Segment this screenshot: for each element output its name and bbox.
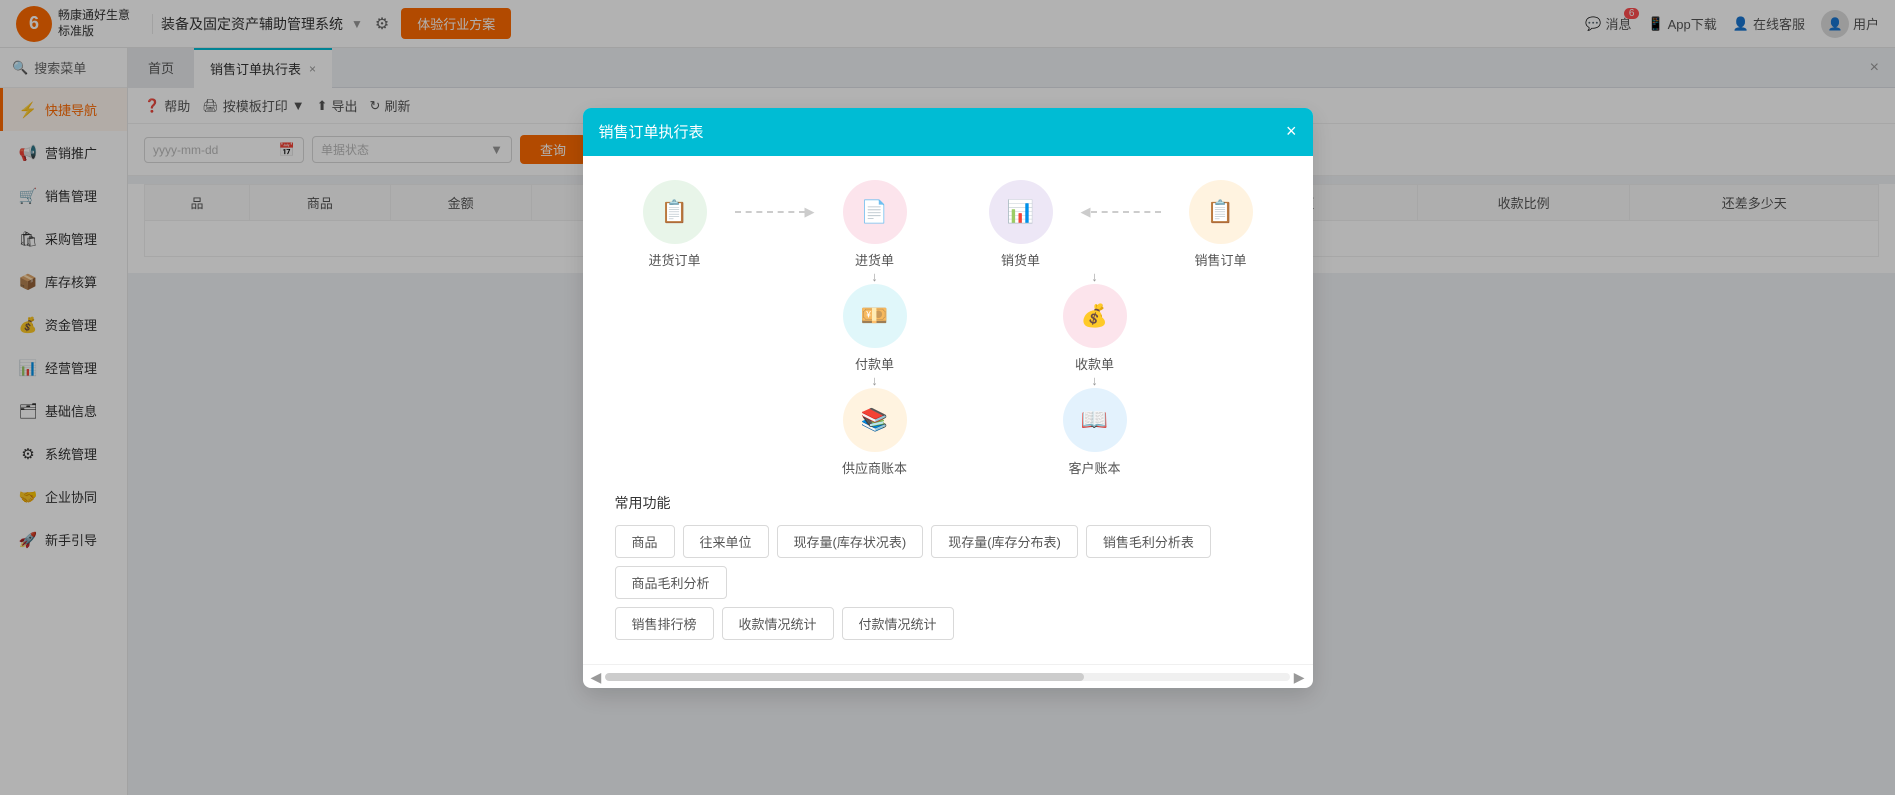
scroll-left-button[interactable]: ◀ [591, 669, 602, 686]
sale-bill-circle: 📊 [989, 180, 1053, 244]
payment-circle: 💴 [843, 284, 907, 348]
receipt-circle: 💰 [1063, 284, 1127, 348]
down-arrow-payment: ↓ [815, 269, 935, 284]
supplier-account-node: 📚 供应商账本 [815, 388, 935, 477]
cf-btn-stock-dist[interactable]: 现存量(库存分布表) [931, 525, 1078, 558]
purchase-bill-circle: 📄 [843, 180, 907, 244]
cf-btn-product-gross[interactable]: 商品毛利分析 [615, 566, 727, 599]
flow-right: 📊 销货单 ◀ 📋 销售订单 [961, 180, 1281, 269]
flow-left: 📋 进货订单 ▶ 📄 进货单 [615, 180, 935, 269]
down-arrow-customer: ↓ [1035, 373, 1155, 388]
customer-account-label: 客户账本 [1068, 458, 1120, 477]
scroll-right-button[interactable]: ▶ [1294, 669, 1305, 686]
purchase-order-node: 📋 进货订单 [615, 180, 735, 269]
sale-order-label: 销售订单 [1194, 250, 1246, 269]
purchase-order-circle: 📋 [643, 180, 707, 244]
customer-account-circle: 📖 [1063, 388, 1127, 452]
cf-btn-payment-stat[interactable]: 付款情况统计 [842, 607, 954, 640]
receipt-label: 收款单 [1075, 354, 1114, 373]
h-arrow-2: ◀ [1081, 204, 1161, 244]
flow-row-3: 📚 供应商账本 📖 客户账本 [615, 388, 1281, 477]
modal-header: 销售订单执行表 × [583, 108, 1313, 156]
flow-row-arrows2: ↓ ↓ [615, 373, 1281, 388]
supplier-account-label: 供应商账本 [842, 458, 907, 477]
payment-label: 付款单 [855, 354, 894, 373]
flow-diagram: 📋 进货订单 ▶ 📄 进货单 [615, 180, 1281, 477]
supplier-account-circle: 📚 [843, 388, 907, 452]
down-arrow-supplier: ↓ [815, 373, 935, 388]
modal-overlay[interactable]: 销售订单执行表 × 📋 进货订单 [0, 0, 1895, 795]
flow-row-arrows: ↓ ↓ [615, 269, 1281, 284]
cf-btn-sales-rank[interactable]: 销售排行榜 [615, 607, 714, 640]
modal: 销售订单执行表 × 📋 进货订单 [583, 108, 1313, 688]
h-arrow-1: ▶ [735, 204, 815, 244]
cf-btn-receipt-stat[interactable]: 收款情况统计 [722, 607, 834, 640]
cf-btn-stock-status[interactable]: 现存量(库存状况表) [777, 525, 924, 558]
cf-btn-partner[interactable]: 往来单位 [683, 525, 769, 558]
modal-scrollbar: ◀ ▶ [583, 664, 1313, 688]
flow-row-2: 💴 付款单 💰 收款单 [615, 284, 1281, 373]
down-arrow-receipt: ↓ [1035, 269, 1155, 284]
modal-title: 销售订单执行表 [599, 121, 704, 142]
cf-buttons-row2: 销售排行榜 收款情况统计 付款情况统计 [615, 607, 1281, 640]
flow-row-1: 📋 进货订单 ▶ 📄 进货单 [615, 180, 1281, 269]
scrollbar-track [605, 673, 1289, 681]
cf-btn-gross-analysis[interactable]: 销售毛利分析表 [1086, 525, 1211, 558]
sale-bill-node: 📊 销货单 [961, 180, 1081, 269]
sale-order-circle: 📋 [1189, 180, 1253, 244]
customer-account-node: 📖 客户账本 [1035, 388, 1155, 477]
cf-title: 常用功能 [615, 493, 1281, 513]
scrollbar-thumb [605, 673, 1084, 681]
purchase-order-label: 进货订单 [648, 250, 700, 269]
cf-btn-product[interactable]: 商品 [615, 525, 675, 558]
purchase-bill-label: 进货单 [855, 250, 894, 269]
cf-buttons: 商品 往来单位 现存量(库存状况表) 现存量(库存分布表) 销售毛利分析表 商品… [615, 525, 1281, 599]
sale-order-node: 📋 销售订单 [1161, 180, 1281, 269]
common-functions: 常用功能 商品 往来单位 现存量(库存状况表) 现存量(库存分布表) 销售毛利分… [615, 493, 1281, 640]
receipt-node: 💰 收款单 [1035, 284, 1155, 373]
modal-close-button[interactable]: × [1286, 121, 1297, 142]
purchase-bill-node: 📄 进货单 [815, 180, 935, 269]
sale-bill-label: 销货单 [1001, 250, 1040, 269]
modal-body: 📋 进货订单 ▶ 📄 进货单 [583, 156, 1313, 664]
payment-node: 💴 付款单 [815, 284, 935, 373]
